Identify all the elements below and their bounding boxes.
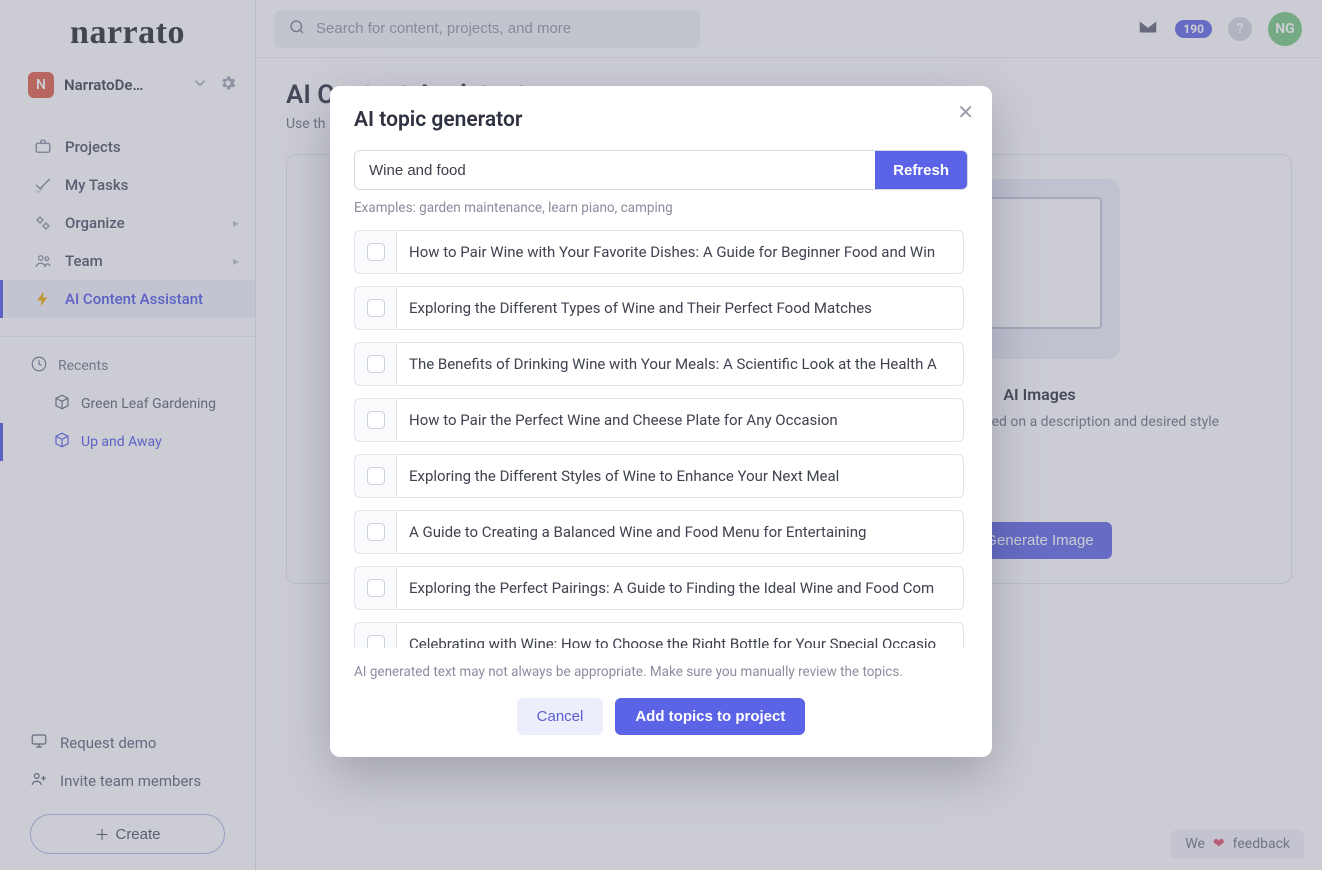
topic-row: How to Pair Wine with Your Favorite Dish… — [354, 230, 964, 274]
checkbox[interactable] — [367, 635, 385, 648]
checkbox[interactable] — [367, 243, 385, 261]
checkbox[interactable] — [367, 411, 385, 429]
topic-text[interactable]: How to Pair the Perfect Wine and Cheese … — [396, 398, 964, 442]
refresh-button[interactable]: Refresh — [875, 151, 967, 189]
topic-text[interactable]: Celebrating with Wine: How to Choose the… — [396, 622, 964, 648]
modal-title: AI topic generator — [354, 108, 968, 132]
topic-checkbox-wrap — [354, 622, 396, 648]
topic-row: A Guide to Creating a Balanced Wine and … — [354, 510, 964, 554]
topic-checkbox-wrap — [354, 454, 396, 498]
checkbox[interactable] — [367, 579, 385, 597]
checkbox[interactable] — [367, 523, 385, 541]
topic-row: Exploring the Different Styles of Wine t… — [354, 454, 964, 498]
topic-input[interactable] — [355, 151, 875, 189]
topic-checkbox-wrap — [354, 398, 396, 442]
topic-row: How to Pair the Perfect Wine and Cheese … — [354, 398, 964, 442]
topic-text[interactable]: The Benefits of Drinking Wine with Your … — [396, 342, 964, 386]
topic-checkbox-wrap — [354, 342, 396, 386]
topic-checkbox-wrap — [354, 286, 396, 330]
topic-text[interactable]: Exploring the Different Types of Wine an… — [396, 286, 964, 330]
topic-row: Exploring the Perfect Pairings: A Guide … — [354, 566, 964, 610]
topic-text[interactable]: How to Pair Wine with Your Favorite Dish… — [396, 230, 964, 274]
cancel-button[interactable]: Cancel — [517, 698, 604, 735]
topic-checkbox-wrap — [354, 510, 396, 554]
examples-text: Examples: garden maintenance, learn pian… — [354, 200, 968, 216]
topic-list[interactable]: How to Pair Wine with Your Favorite Dish… — [354, 230, 968, 648]
topic-row: Exploring the Different Types of Wine an… — [354, 286, 964, 330]
topic-input-row: Refresh — [354, 150, 968, 190]
topic-row: Celebrating with Wine: How to Choose the… — [354, 622, 964, 648]
add-topics-button[interactable]: Add topics to project — [615, 698, 805, 735]
ai-topic-generator-modal: ✕ AI topic generator Refresh Examples: g… — [330, 86, 992, 757]
topic-row: The Benefits of Drinking Wine with Your … — [354, 342, 964, 386]
topic-text[interactable]: Exploring the Perfect Pairings: A Guide … — [396, 566, 964, 610]
close-icon[interactable]: ✕ — [957, 100, 974, 125]
topic-checkbox-wrap — [354, 566, 396, 610]
topic-text[interactable]: A Guide to Creating a Balanced Wine and … — [396, 510, 964, 554]
topic-checkbox-wrap — [354, 230, 396, 274]
modal-note: AI generated text may not always be appr… — [354, 664, 968, 680]
checkbox[interactable] — [367, 467, 385, 485]
checkbox[interactable] — [367, 299, 385, 317]
modal-actions: Cancel Add topics to project — [354, 698, 968, 735]
checkbox[interactable] — [367, 355, 385, 373]
topic-text[interactable]: Exploring the Different Styles of Wine t… — [396, 454, 964, 498]
modal-overlay[interactable]: ✕ AI topic generator Refresh Examples: g… — [0, 0, 1322, 870]
